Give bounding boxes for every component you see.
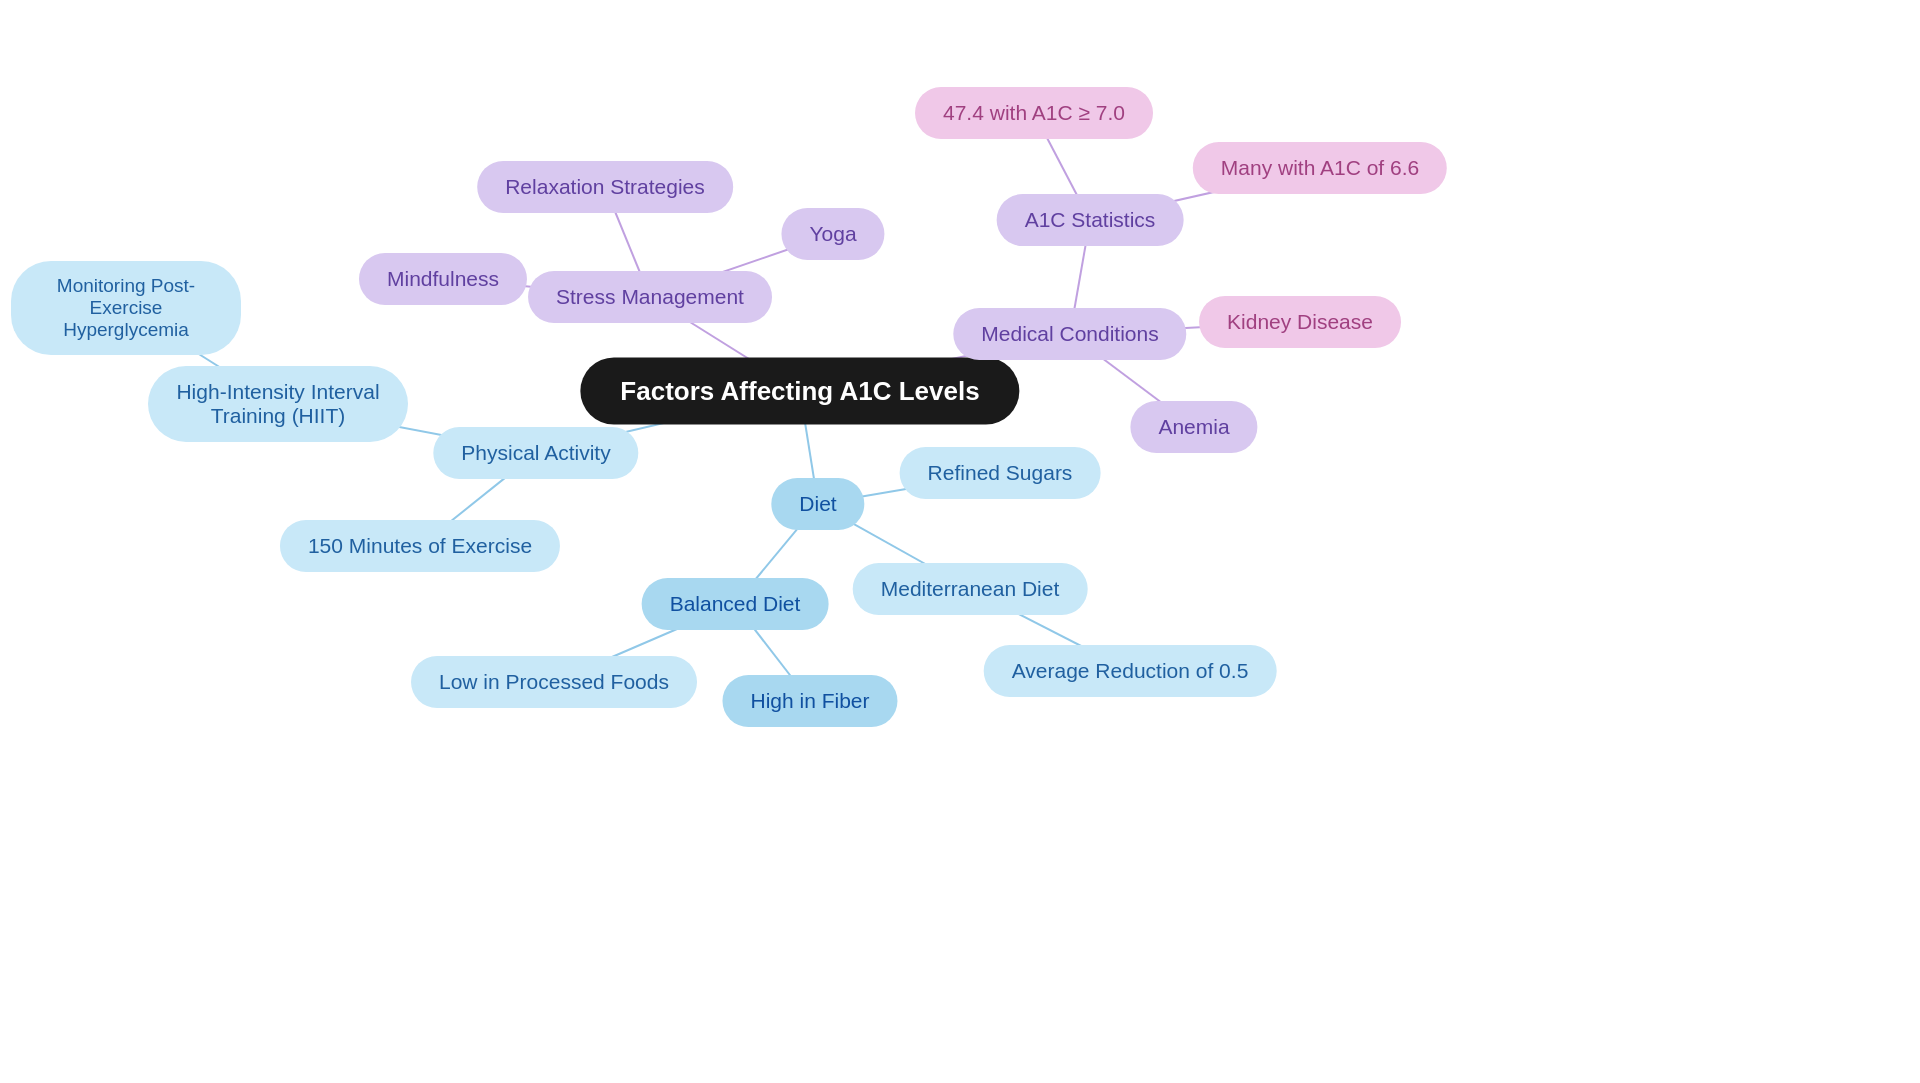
node-refinedSugars[interactable]: Refined Sugars xyxy=(900,447,1101,499)
node-anemia[interactable]: Anemia xyxy=(1130,401,1257,453)
node-diet[interactable]: Diet xyxy=(771,478,864,530)
mind-map: Factors Affecting A1C Levels Stress Manag… xyxy=(0,0,1920,1083)
node-kidneyDisease[interactable]: Kidney Disease xyxy=(1199,296,1401,348)
node-stat474[interactable]: 47.4 with A1C ≥ 7.0 xyxy=(915,87,1153,139)
node-mediterraneanDiet[interactable]: Mediterranean Diet xyxy=(853,563,1088,615)
node-a1cStatistics[interactable]: A1C Statistics xyxy=(997,194,1184,246)
node-lowProcessedFoods[interactable]: Low in Processed Foods xyxy=(411,656,697,708)
node-highInFiber[interactable]: High in Fiber xyxy=(722,675,897,727)
node-monitoringPostExercise[interactable]: Monitoring Post-Exercise Hyperglycemia xyxy=(11,261,241,355)
node-center[interactable]: Factors Affecting A1C Levels xyxy=(580,358,1019,425)
node-stressManagement[interactable]: Stress Management xyxy=(528,271,772,323)
node-medicalConditions[interactable]: Medical Conditions xyxy=(953,308,1186,360)
node-mindfulness[interactable]: Mindfulness xyxy=(359,253,527,305)
node-balancedDiet[interactable]: Balanced Diet xyxy=(642,578,829,630)
node-physicalActivity[interactable]: Physical Activity xyxy=(433,427,638,479)
node-exercise150[interactable]: 150 Minutes of Exercise xyxy=(280,520,560,572)
node-hiit[interactable]: High-Intensity Interval Training (HIIT) xyxy=(148,366,408,442)
node-yoga[interactable]: Yoga xyxy=(781,208,884,260)
node-relaxationStrategies[interactable]: Relaxation Strategies xyxy=(477,161,733,213)
node-manyA1C66[interactable]: Many with A1C of 6.6 xyxy=(1193,142,1447,194)
node-averageReduction[interactable]: Average Reduction of 0.5 xyxy=(984,645,1277,697)
